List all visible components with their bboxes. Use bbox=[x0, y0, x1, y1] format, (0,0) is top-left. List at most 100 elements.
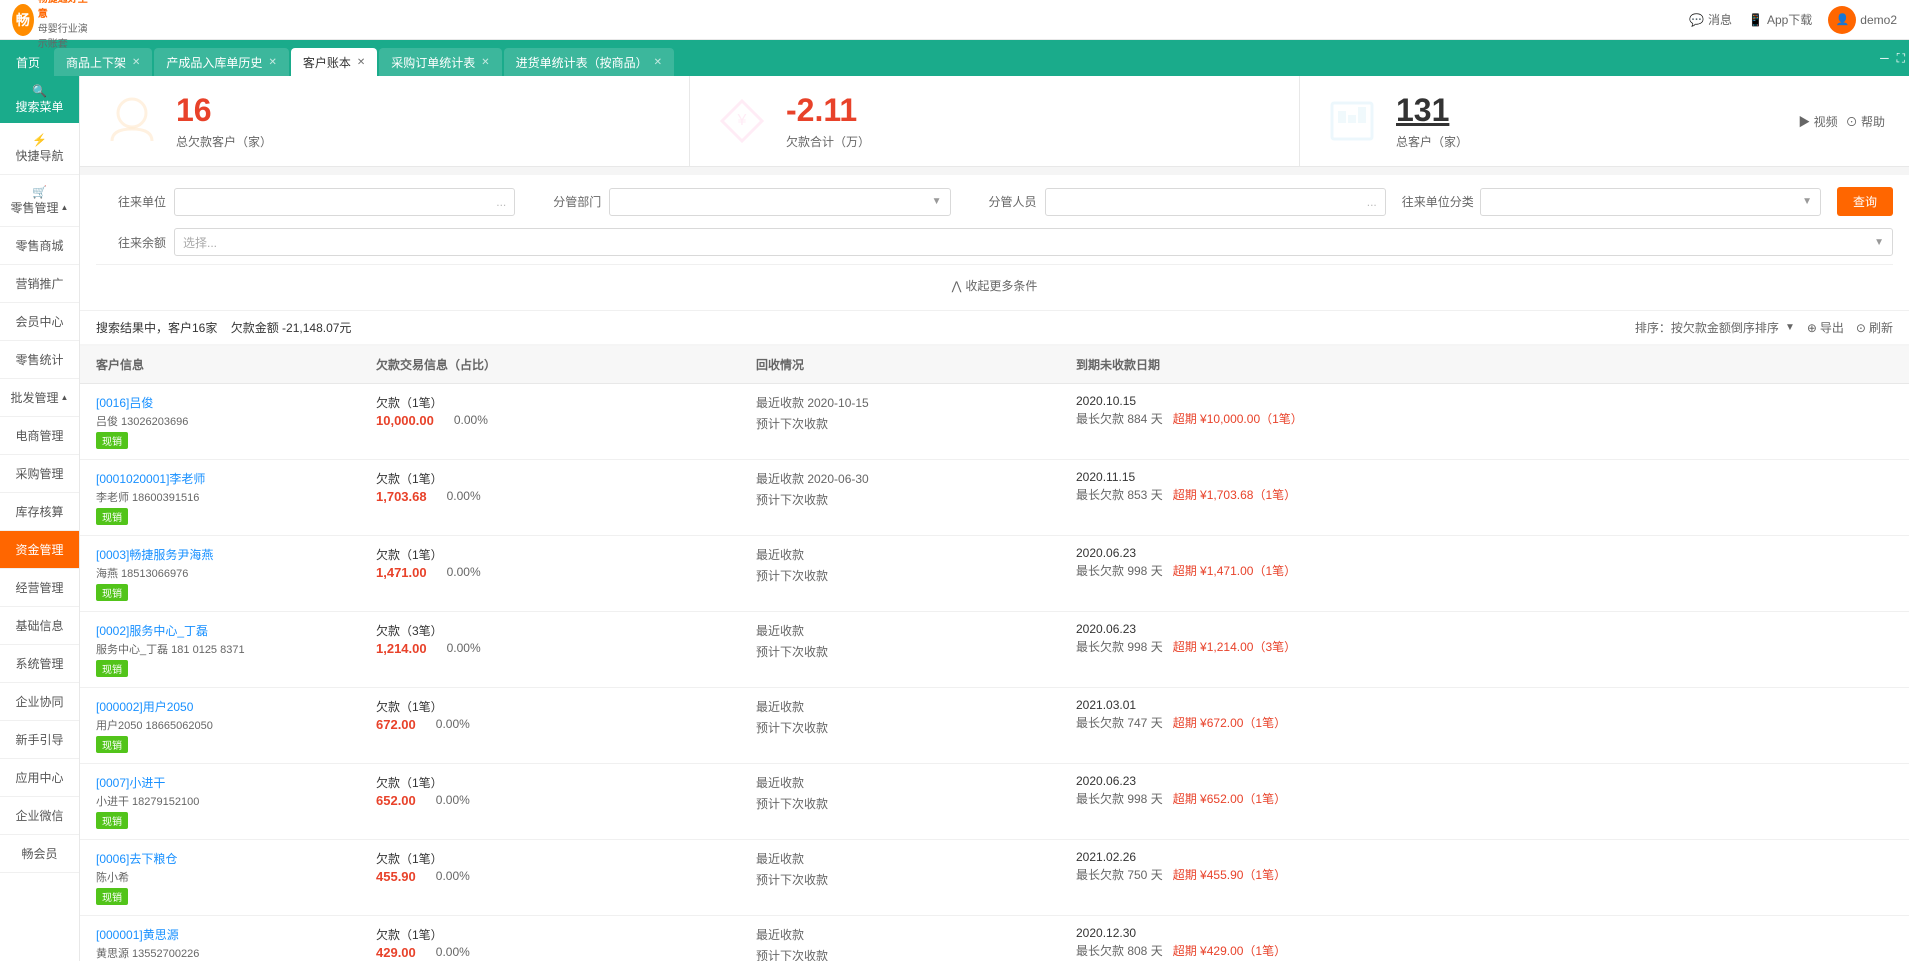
sidebar-item-marketing[interactable]: 营销推广 bbox=[0, 265, 79, 303]
sidebar-item-operations[interactable]: 经营管理 bbox=[0, 569, 79, 607]
next-collection: 预计下次收款 bbox=[756, 415, 1076, 432]
dept-select[interactable]: ▼ bbox=[609, 188, 950, 216]
tab-home[interactable]: 首页 bbox=[4, 48, 52, 76]
debt-customers-number: 16 bbox=[176, 92, 272, 129]
customer-contact: 黄思源 13552700226 bbox=[96, 945, 376, 961]
sidebar-item-ecommerce[interactable]: 电商管理 bbox=[0, 417, 79, 455]
sidebar-item-enterprise-wechat[interactable]: 企业微信 bbox=[0, 797, 79, 835]
customer-contact: 李老师 18600391516 bbox=[96, 489, 376, 505]
latest-collection: 最近收款 bbox=[756, 622, 1076, 639]
table-row: [000001]黄思源 黄思源 13552700226 现销 欠款（1笔） 42… bbox=[80, 916, 1909, 961]
customer-name-link[interactable]: [0016]吕俊 bbox=[96, 394, 376, 411]
overdue-date: 2020.10.15 bbox=[1076, 394, 1893, 408]
sidebar-item-retail-stat[interactable]: 零售统计 bbox=[0, 341, 79, 379]
debt-amount: 1,471.00 bbox=[376, 565, 427, 580]
refresh-icon: ⊙ bbox=[1856, 321, 1866, 335]
sidebar-item-retail-mall[interactable]: 零售商城 bbox=[0, 227, 79, 265]
user-profile-btn[interactable]: 👤 demo2 bbox=[1828, 6, 1897, 34]
manager-input[interactable]: ... bbox=[1045, 188, 1386, 216]
customer-name-link[interactable]: [0001020001]李老师 bbox=[96, 470, 376, 487]
close-tab-purchase-summary[interactable]: ✕ bbox=[481, 57, 489, 68]
export-btn[interactable]: ⊕ 导出 bbox=[1807, 319, 1844, 336]
sidebar-item-purchase-mgmt[interactable]: 采购管理 bbox=[0, 455, 79, 493]
close-tab-customer-account[interactable]: ✕ bbox=[357, 57, 365, 68]
customer-info: [000002]用户2050 用户2050 18665062050 现销 bbox=[96, 698, 376, 753]
filter-from-unit: 往来单位 ... bbox=[96, 188, 515, 216]
sort-select[interactable]: 排序：按欠款金额倒序排序 ▼ bbox=[1635, 319, 1795, 336]
sidebar-item-app-center[interactable]: 应用中心 bbox=[0, 759, 79, 797]
customer-tag: 现销 bbox=[96, 508, 128, 525]
view-btn[interactable]: ▶ 视频 bbox=[1798, 113, 1837, 130]
sidebar-item-quick-nav[interactable]: ⚡ 快捷导航 bbox=[0, 123, 79, 175]
mobile-icon: 📱 bbox=[1748, 13, 1763, 27]
sidebar-item-member-center[interactable]: 会员中心 bbox=[0, 303, 79, 341]
customer-name-link[interactable]: [0003]畅捷服务尹海燕 bbox=[96, 546, 376, 563]
overdue-info: 2020.06.23 最长欠款 998 天 超期 ¥652.00（1笔） bbox=[1076, 774, 1893, 807]
sidebar-item-vip-member[interactable]: 畅会员 bbox=[0, 835, 79, 873]
overdue-detail-link[interactable]: 超期 ¥429.00（1笔） bbox=[1173, 944, 1286, 958]
customer-name-link[interactable]: [0002]服务中心_丁磊 bbox=[96, 622, 376, 639]
customer-name-link[interactable]: [0006]去下粮仓 bbox=[96, 850, 376, 867]
dept-label: 分管部门 bbox=[531, 193, 601, 210]
debt-count: 欠款（1笔） bbox=[376, 546, 756, 563]
sidebar-item-inventory[interactable]: 库存核算 bbox=[0, 493, 79, 531]
main-layout: 🔍 搜索菜单 ⚡ 快捷导航 🛒 零售管理 ▲ 零售商城 营销推广 会员中心 零售… bbox=[0, 76, 1909, 961]
chevron-down-icon-3: ▼ bbox=[1874, 237, 1884, 248]
collapse-btn[interactable]: ⋀ 收起更多条件 bbox=[948, 273, 1042, 298]
overdue-detail-link[interactable]: 超期 ¥10,000.00（1笔） bbox=[1173, 412, 1303, 426]
sidebar-item-batch-mgmt[interactable]: 批发管理 ▲ bbox=[0, 379, 79, 417]
customer-contact: 服务中心_丁磊 181 0125 8371 bbox=[96, 641, 376, 657]
debt-trade-info: 欠款（1笔） 1,703.68 0.00% bbox=[376, 470, 756, 504]
sidebar-item-capital-mgmt[interactable]: 资金管理 bbox=[0, 531, 79, 569]
sidebar-item-retail-mgmt[interactable]: 🛒 零售管理 ▲ bbox=[0, 175, 79, 227]
tab-production-history[interactable]: 产成品入库单历史 ✕ bbox=[154, 48, 288, 76]
balance-select[interactable]: 选择... ▼ bbox=[174, 228, 1893, 256]
sidebar-item-new-guide[interactable]: 新手引导 bbox=[0, 721, 79, 759]
overdue-detail-link[interactable]: 超期 ¥1,214.00（3笔） bbox=[1173, 640, 1296, 654]
debt-trade-info: 欠款（1笔） 10,000.00 0.00% bbox=[376, 394, 756, 428]
sidebar-item-search-menu[interactable]: 🔍 搜索菜单 bbox=[0, 76, 79, 123]
overdue-detail-link[interactable]: 超期 ¥672.00（1笔） bbox=[1173, 716, 1286, 730]
debt-percent: 0.00% bbox=[447, 489, 481, 503]
chevron-down-icon: ▼ bbox=[932, 196, 942, 207]
overdue-days: 最长欠款 808 天 超期 ¥429.00（1笔） bbox=[1076, 942, 1893, 959]
customer-name-link[interactable]: [0007]小进干 bbox=[96, 774, 376, 791]
overdue-detail-link[interactable]: 超期 ¥455.90（1笔） bbox=[1173, 868, 1286, 882]
customer-tag: 现销 bbox=[96, 736, 128, 753]
search-button[interactable]: 查询 bbox=[1837, 187, 1893, 216]
table-row: [0007]小进干 小进干 18279152100 现销 欠款（1笔） 652.… bbox=[80, 764, 1909, 840]
app-download-btn[interactable]: 📱 App下载 bbox=[1748, 11, 1812, 28]
customer-name-link[interactable]: [000002]用户2050 bbox=[96, 698, 376, 715]
tab-incoming-summary[interactable]: 进货单统计表（按商品） ✕ bbox=[504, 48, 674, 76]
debt-trade-info: 欠款（1笔） 652.00 0.00% bbox=[376, 774, 756, 808]
tab-product-offshelf[interactable]: 商品上下架 ✕ bbox=[54, 48, 152, 76]
play-icon: ▶ bbox=[1798, 115, 1810, 129]
overdue-info: 2020.06.23 最长欠款 998 天 超期 ¥1,214.00（3笔） bbox=[1076, 622, 1893, 655]
minimize-icon[interactable]: ─ bbox=[1880, 51, 1889, 65]
tab-customer-account[interactable]: 客户账本 ✕ bbox=[291, 48, 377, 76]
close-tab-incoming-summary[interactable]: ✕ bbox=[654, 57, 662, 68]
debt-percent: 0.00% bbox=[436, 793, 470, 807]
tab-purchase-summary[interactable]: 采购订单统计表 ✕ bbox=[379, 48, 501, 76]
overdue-detail-link[interactable]: 超期 ¥652.00（1笔） bbox=[1173, 792, 1286, 806]
sidebar-item-enterprise[interactable]: 企业协同 bbox=[0, 683, 79, 721]
maximize-icon[interactable]: ⛶ bbox=[1897, 51, 1905, 66]
customer-name-link[interactable]: [000001]黄思源 bbox=[96, 926, 376, 943]
overdue-detail-link[interactable]: 超期 ¥1,471.00（1笔） bbox=[1173, 564, 1296, 578]
debt-amount: 672.00 bbox=[376, 717, 416, 732]
help-btn[interactable]: ⊙ 帮助 bbox=[1846, 113, 1885, 130]
debt-percent: 0.00% bbox=[454, 413, 488, 427]
unit-category-select[interactable]: ▼ bbox=[1480, 188, 1821, 216]
sidebar-item-basic-info[interactable]: 基础信息 bbox=[0, 607, 79, 645]
filter-unit-category: 往来单位分类 ▼ bbox=[1402, 188, 1821, 216]
refresh-btn[interactable]: ⊙ 刷新 bbox=[1856, 319, 1893, 336]
from-unit-input[interactable]: ... bbox=[174, 188, 515, 216]
overdue-detail-link[interactable]: 超期 ¥1,703.68（1笔） bbox=[1173, 488, 1296, 502]
export-icon: ⊕ bbox=[1807, 321, 1817, 335]
latest-collection: 最近收款 bbox=[756, 698, 1076, 715]
message-btn[interactable]: 💬 消息 bbox=[1689, 11, 1732, 28]
sidebar-item-system-mgmt[interactable]: 系统管理 bbox=[0, 645, 79, 683]
close-tab-product-offshelf[interactable]: ✕ bbox=[132, 57, 140, 68]
customer-info: [0007]小进干 小进干 18279152100 现销 bbox=[96, 774, 376, 829]
close-tab-production-history[interactable]: ✕ bbox=[268, 57, 276, 68]
